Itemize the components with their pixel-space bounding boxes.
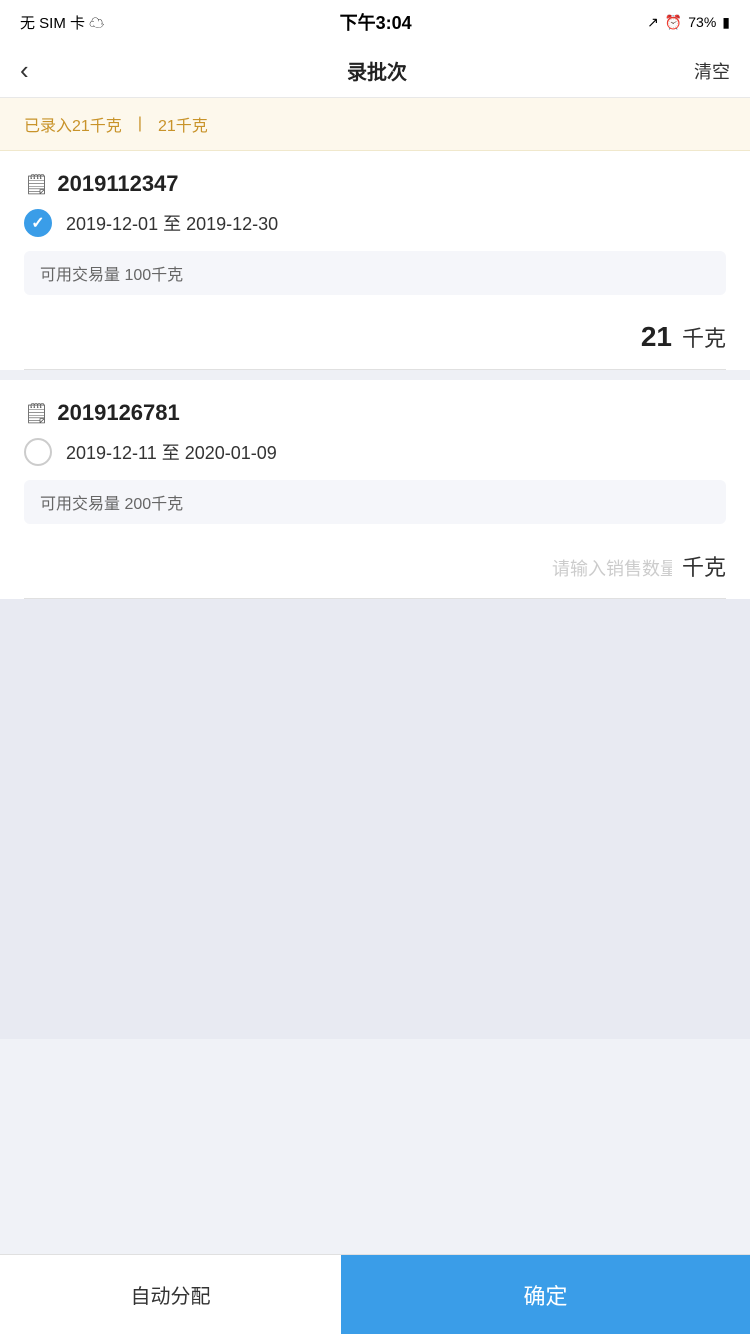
bottom-spacer (0, 599, 750, 1039)
back-button[interactable]: ‹ (20, 55, 60, 86)
batch-header-1: 🗒 2019112347 (0, 151, 750, 205)
batch-card-2: 🗒 2019126781 2019-12-11 至 2020-01-09 可用交… (0, 380, 750, 599)
battery-icon: ▮ (722, 14, 730, 31)
batch-icon-1: 🗒 (24, 172, 49, 197)
nav-bar: ‹ 录批次 清空 (0, 44, 750, 98)
batch-id-1: 2019112347 (57, 171, 178, 197)
status-left: 无 SIM 卡 ☁ (20, 12, 104, 33)
batch-icon-2: 🗒 (24, 401, 49, 426)
quantity-unit-1: 千克 (682, 321, 726, 353)
confirm-button[interactable]: 确定 (341, 1255, 750, 1334)
quantity-row-1: 千克 (0, 311, 750, 369)
status-bar: 无 SIM 卡 ☁ 下午3:04 ↗ ⏰ 73% ▮ (0, 0, 750, 44)
batch-date-1: 2019-12-01 至 2019-12-30 (66, 210, 278, 236)
bottom-bar: 自动分配 确定 (0, 1254, 750, 1334)
radio-1[interactable] (24, 209, 52, 237)
alarm-icon: ⏰ (665, 14, 682, 31)
batch-header-2: 🗒 2019126781 (0, 380, 750, 434)
batch-avail-2: 可用交易量 200千克 (24, 480, 726, 524)
batch-row-1[interactable]: 2019-12-01 至 2019-12-30 (0, 205, 750, 247)
info-banner: 已录入21千克 | 21千克 (0, 98, 750, 151)
quantity-input-2[interactable] (552, 550, 672, 582)
recorded-label: 已录入21千克 (24, 112, 122, 136)
location-icon: ↗ (647, 14, 659, 31)
batch-row-2[interactable]: 2019-12-11 至 2020-01-09 (0, 434, 750, 476)
banner-divider: | (138, 115, 142, 133)
quantity-unit-2: 千克 (682, 550, 726, 582)
batch-date-2: 2019-12-11 至 2020-01-09 (66, 439, 277, 465)
batch-id-2: 2019126781 (57, 400, 179, 426)
quantity-row-2: 千克 (0, 540, 750, 598)
sim-label: 无 SIM 卡 ☁ (20, 12, 104, 33)
batch-card-1: 🗒 2019112347 2019-12-01 至 2019-12-30 可用交… (0, 151, 750, 370)
quantity-input-1[interactable] (552, 321, 672, 353)
radio-2[interactable] (24, 438, 52, 466)
auto-distribute-button[interactable]: 自动分配 (0, 1255, 341, 1334)
battery-label: 73% (688, 14, 716, 30)
status-right: ↗ ⏰ 73% ▮ (647, 14, 730, 31)
batch-avail-1: 可用交易量 100千克 (24, 251, 726, 295)
clear-button[interactable]: 清空 (694, 58, 730, 84)
status-time: 下午3:04 (340, 9, 412, 35)
page-title: 录批次 (347, 56, 407, 85)
card-separator (0, 370, 750, 380)
banner-value: 21千克 (158, 112, 208, 136)
